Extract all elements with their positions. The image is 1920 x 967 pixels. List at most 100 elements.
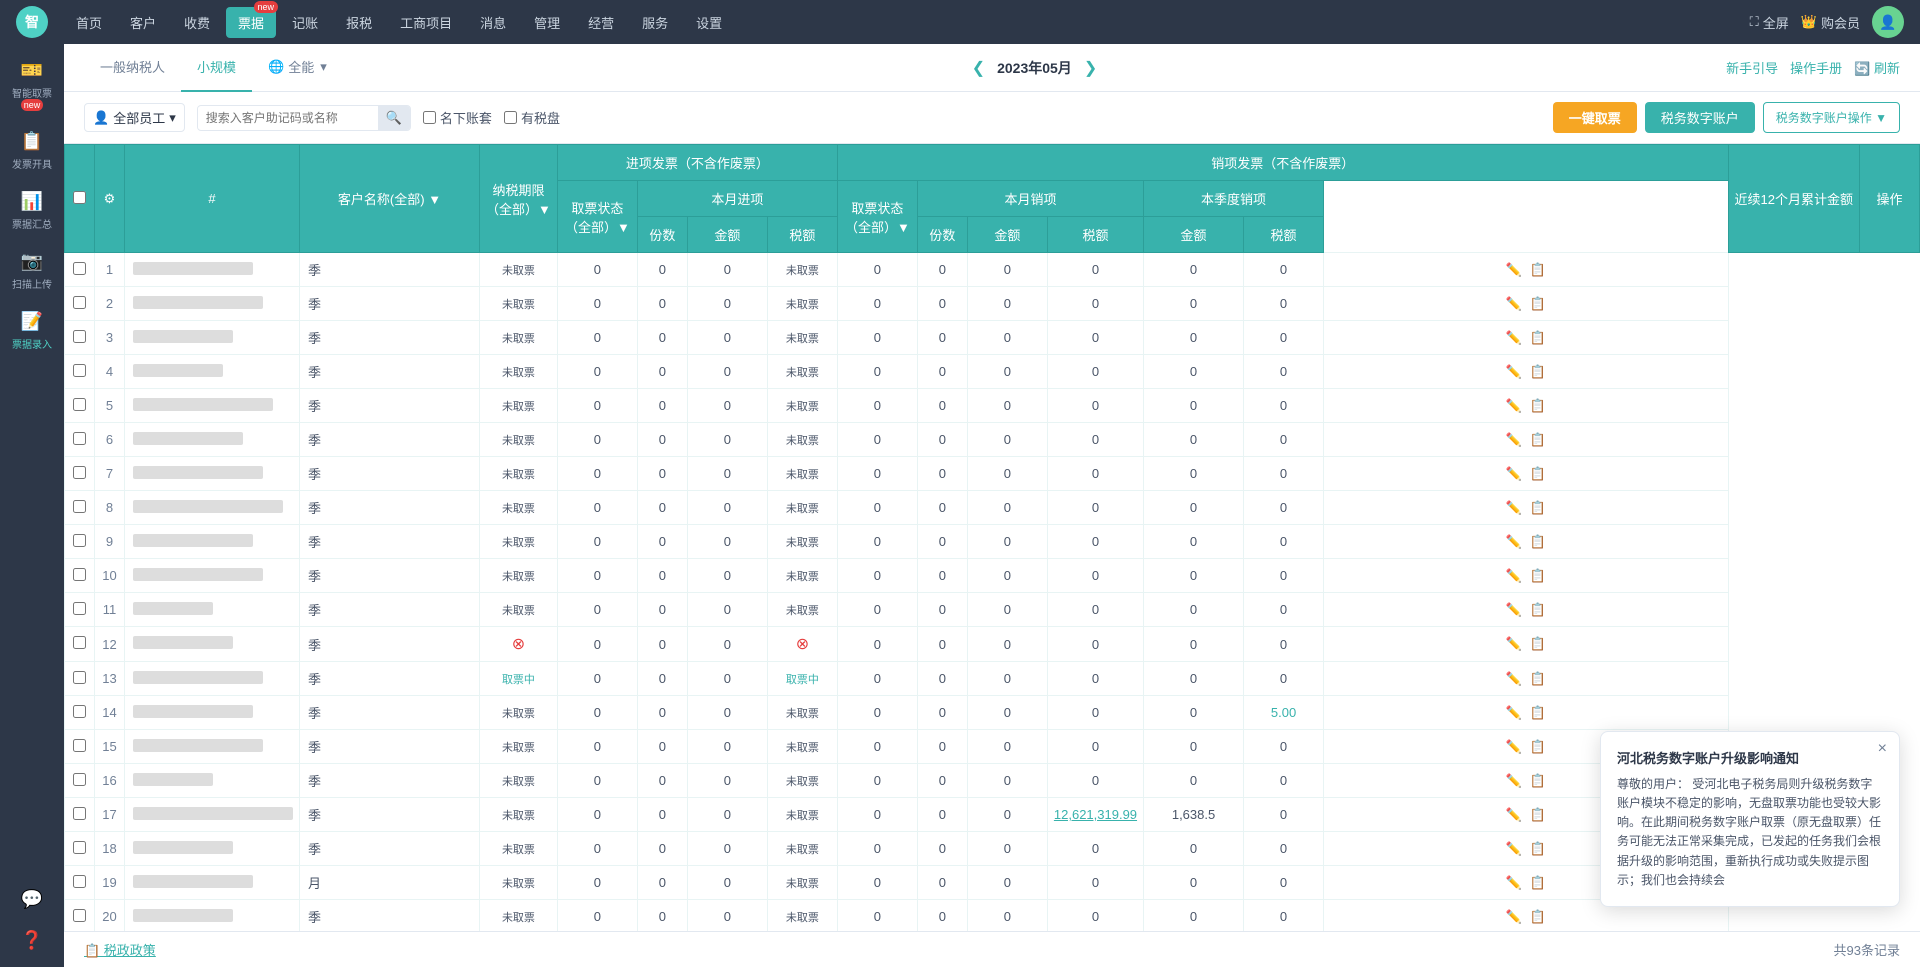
row-checkbox[interactable] xyxy=(73,398,86,411)
edit-btn[interactable]: ✏️ xyxy=(1506,364,1522,379)
tax-disk-checkbox[interactable]: 有税盘 xyxy=(504,108,560,127)
copy-btn[interactable]: 📋 xyxy=(1530,807,1546,822)
edit-btn[interactable]: ✏️ xyxy=(1506,705,1522,720)
edit-btn[interactable]: ✏️ xyxy=(1506,466,1522,481)
copy-btn[interactable]: 📋 xyxy=(1530,296,1546,311)
row-checkbox[interactable] xyxy=(73,773,86,786)
cell-checkbox[interactable] xyxy=(65,730,95,764)
row-checkbox[interactable] xyxy=(73,466,86,479)
cell-checkbox[interactable] xyxy=(65,253,95,287)
copy-btn[interactable]: 📋 xyxy=(1530,671,1546,686)
edit-btn[interactable]: ✏️ xyxy=(1506,909,1522,924)
cell-checkbox[interactable] xyxy=(65,389,95,423)
copy-btn[interactable]: 📋 xyxy=(1530,262,1546,277)
sidebar-item-entry[interactable]: 📝 票据录入 xyxy=(2,303,62,359)
copy-btn[interactable]: 📋 xyxy=(1530,636,1546,651)
cell-checkbox[interactable] xyxy=(65,627,95,662)
fullscreen-btn[interactable]: ⛶ 全屏 xyxy=(1750,13,1789,32)
cell-checkbox[interactable] xyxy=(65,866,95,900)
edit-btn[interactable]: ✏️ xyxy=(1506,636,1522,651)
row-checkbox[interactable] xyxy=(73,330,86,343)
edit-btn[interactable]: ✏️ xyxy=(1506,296,1522,311)
col-outbound-status-header[interactable]: 取票状态（全部）▼ xyxy=(837,181,917,253)
cell-checkbox[interactable] xyxy=(65,355,95,389)
row-checkbox[interactable] xyxy=(73,807,86,820)
edit-btn[interactable]: ✏️ xyxy=(1506,534,1522,549)
sidebar-item-summary[interactable]: 📊 票据汇总 xyxy=(2,183,62,239)
copy-btn[interactable]: 📋 xyxy=(1530,602,1546,617)
row-checkbox[interactable] xyxy=(73,534,86,547)
popup-close-btn[interactable]: × xyxy=(1878,740,1887,758)
cell-checkbox[interactable] xyxy=(65,287,95,321)
nav-manage[interactable]: 管理 xyxy=(522,7,572,38)
copy-btn[interactable]: 📋 xyxy=(1530,432,1546,447)
edit-btn[interactable]: ✏️ xyxy=(1506,739,1522,754)
nav-invoice[interactable]: 票据 new xyxy=(226,7,276,38)
nav-tax[interactable]: 报税 xyxy=(334,7,384,38)
cell-checkbox[interactable] xyxy=(65,423,95,457)
copy-btn[interactable]: 📋 xyxy=(1530,500,1546,515)
copy-btn[interactable]: 📋 xyxy=(1530,330,1546,345)
edit-btn[interactable]: ✏️ xyxy=(1506,432,1522,447)
col-period-header[interactable]: 纳税期限（全部）▼ xyxy=(480,145,558,253)
edit-btn[interactable]: ✏️ xyxy=(1506,841,1522,856)
cell-checkbox[interactable] xyxy=(65,832,95,866)
row-checkbox[interactable] xyxy=(73,500,86,513)
cell-checkbox[interactable] xyxy=(65,525,95,559)
sidebar-item-smart-ticket[interactable]: 🎫 智能取票 new xyxy=(2,52,62,119)
manual-btn[interactable]: 操作手册 xyxy=(1790,58,1842,77)
refresh-btn[interactable]: 🔄 刷新 xyxy=(1854,58,1900,77)
sidebar-item-help[interactable]: ❓ xyxy=(2,922,62,959)
cell-checkbox[interactable] xyxy=(65,662,95,696)
next-month-btn[interactable]: ❯ xyxy=(1080,54,1101,82)
row-checkbox[interactable] xyxy=(73,636,86,649)
copy-btn[interactable]: 📋 xyxy=(1530,875,1546,890)
nav-fee[interactable]: 收费 xyxy=(172,7,222,38)
sub-ledger-check[interactable] xyxy=(423,111,436,124)
copy-btn[interactable]: 📋 xyxy=(1530,773,1546,788)
sidebar-item-scan[interactable]: 📷 扫描上传 xyxy=(2,243,62,299)
one-click-ticket-btn[interactable]: 一键取票 xyxy=(1553,102,1637,133)
col-inbound-status-header[interactable]: 取票状态（全部）▼ xyxy=(557,181,637,253)
cell-checkbox[interactable] xyxy=(65,798,95,832)
nav-home[interactable]: 首页 xyxy=(64,7,114,38)
edit-btn[interactable]: ✏️ xyxy=(1506,500,1522,515)
sidebar-item-invoice-open[interactable]: 📋 发票开具 xyxy=(2,123,62,179)
digital-account-btn[interactable]: 税务数字账户 xyxy=(1645,102,1755,133)
edit-btn[interactable]: ✏️ xyxy=(1506,262,1522,277)
edit-btn[interactable]: ✏️ xyxy=(1506,330,1522,345)
cell-checkbox[interactable] xyxy=(65,321,95,355)
prev-month-btn[interactable]: ❮ xyxy=(968,54,989,82)
tax-disk-check[interactable] xyxy=(504,111,517,124)
row-checkbox[interactable] xyxy=(73,568,86,581)
row-checkbox[interactable] xyxy=(73,841,86,854)
copy-btn[interactable]: 📋 xyxy=(1530,841,1546,856)
cell-checkbox[interactable] xyxy=(65,559,95,593)
tab-general-taxpayer[interactable]: 一般纳税人 xyxy=(84,44,181,92)
search-button[interactable]: 🔍 xyxy=(378,106,410,130)
edit-btn[interactable]: ✏️ xyxy=(1506,773,1522,788)
user-avatar[interactable]: 👤 xyxy=(1872,6,1904,38)
edit-btn[interactable]: ✏️ xyxy=(1506,568,1522,583)
edit-btn[interactable]: ✏️ xyxy=(1506,602,1522,617)
nav-service[interactable]: 服务 xyxy=(630,7,680,38)
cell-checkbox[interactable] xyxy=(65,491,95,525)
employee-filter[interactable]: 👤 全部员工 ▾ xyxy=(84,103,185,132)
guide-btn[interactable]: 新手引导 xyxy=(1726,58,1778,77)
row-checkbox[interactable] xyxy=(73,296,86,309)
edit-btn[interactable]: ✏️ xyxy=(1506,398,1522,413)
col-settings-header[interactable]: ⚙ xyxy=(95,145,125,253)
copy-btn[interactable]: 📋 xyxy=(1530,364,1546,379)
row-checkbox[interactable] xyxy=(73,705,86,718)
cell-checkbox[interactable] xyxy=(65,764,95,798)
nav-settings[interactable]: 设置 xyxy=(684,7,734,38)
row-checkbox[interactable] xyxy=(73,671,86,684)
sub-ledger-checkbox[interactable]: 名下账套 xyxy=(423,108,492,127)
copy-btn[interactable]: 📋 xyxy=(1530,739,1546,754)
row-checkbox[interactable] xyxy=(73,364,86,377)
nav-bookkeeping[interactable]: 记账 xyxy=(280,7,330,38)
copy-btn[interactable]: 📋 xyxy=(1530,398,1546,413)
row-checkbox[interactable] xyxy=(73,432,86,445)
tab-small-scale[interactable]: 小规模 xyxy=(181,44,252,92)
tax-policy-link[interactable]: 📋 税政政策 xyxy=(84,940,156,959)
